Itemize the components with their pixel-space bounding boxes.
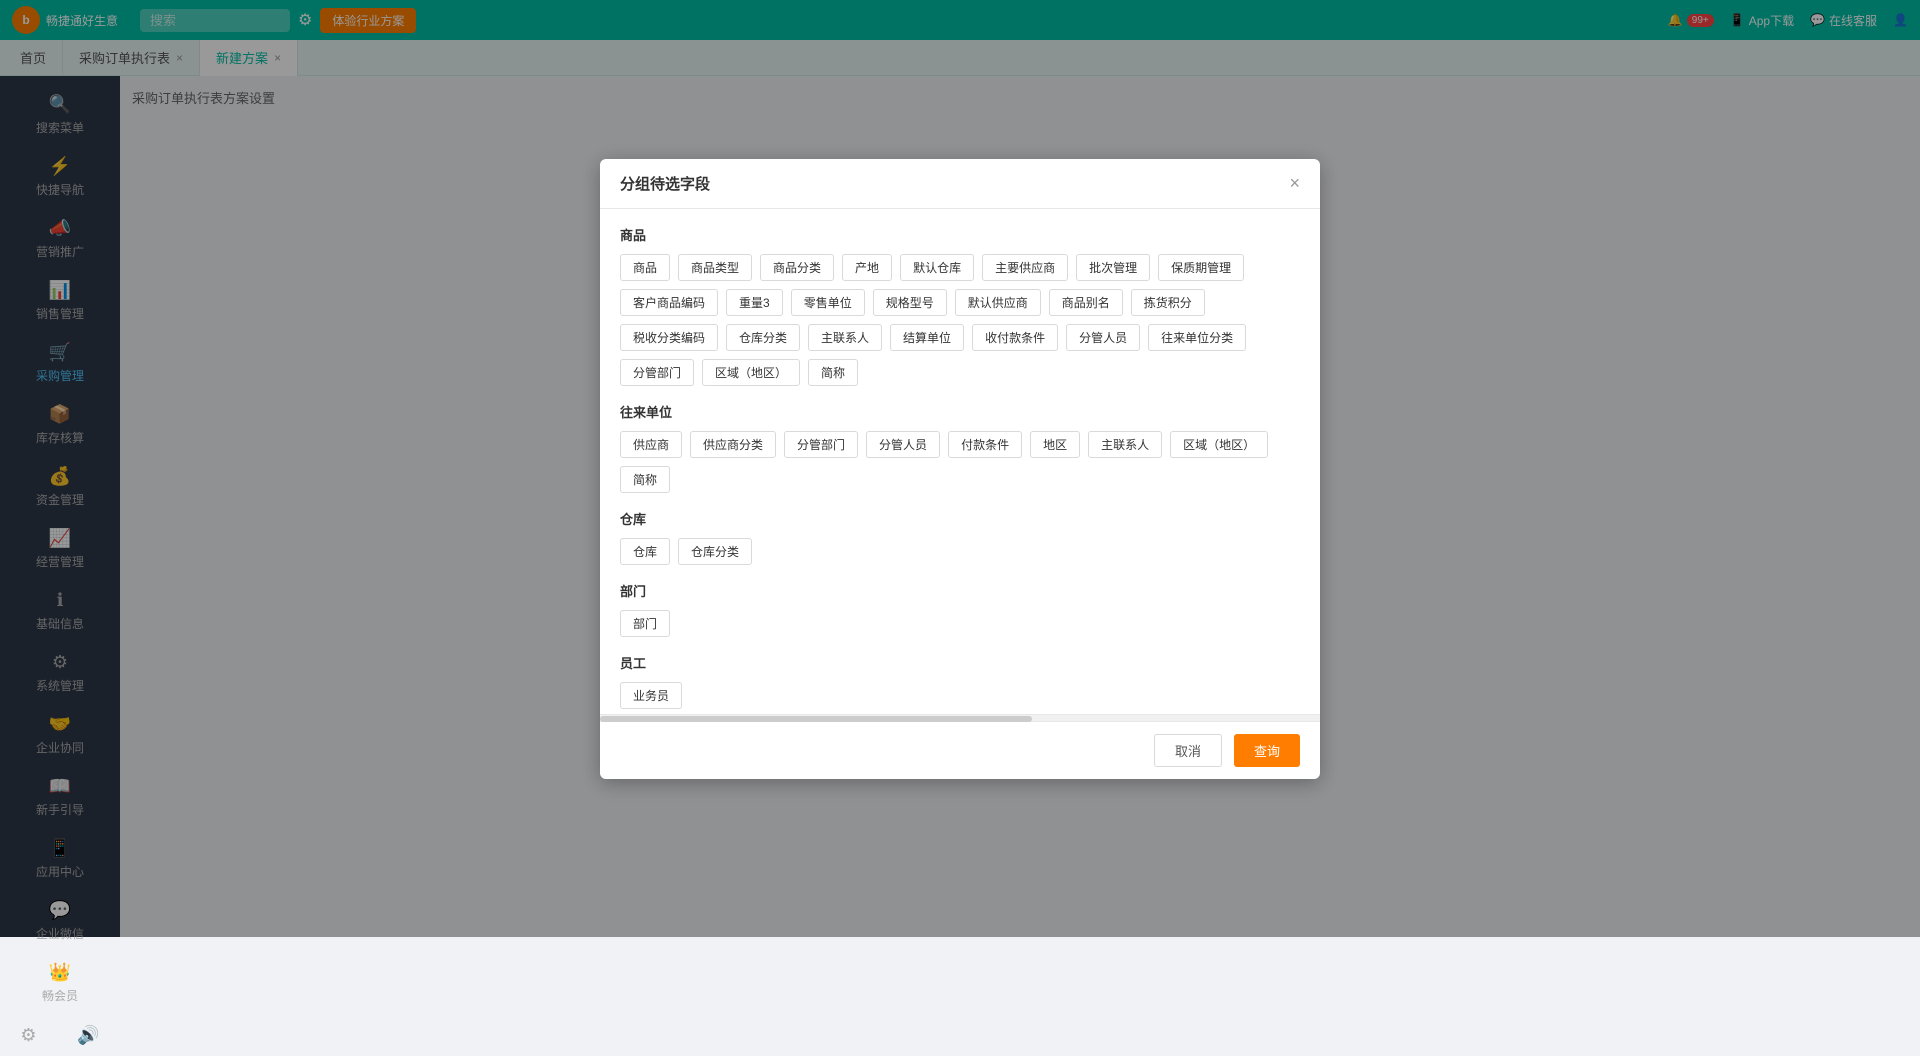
modal-body: 商品 商品 商品类型 商品分类 产地 默认仓库 主要供应商 批次管理 保质期管理…: [600, 209, 1320, 714]
section-title-warehouse: 仓库: [620, 509, 1300, 528]
section-title-dept: 部门: [620, 581, 1300, 600]
field-warehouse-category[interactable]: 仓库分类: [726, 324, 800, 351]
modal-horizontal-scrollbar[interactable]: [600, 714, 1320, 721]
sidebar-item-member[interactable]: 👑 畅会员: [0, 952, 120, 1014]
field-expiry-mgmt[interactable]: 保质期管理: [1158, 254, 1244, 281]
fields-grid-dept: 部门: [620, 610, 1300, 637]
field-goods-alias[interactable]: 商品别名: [1049, 289, 1123, 316]
field-supervisor[interactable]: 分管人员: [1066, 324, 1140, 351]
field-batch-mgmt[interactable]: 批次管理: [1076, 254, 1150, 281]
confirm-button[interactable]: 查询: [1234, 734, 1300, 767]
fields-grid-warehouse: 仓库 仓库分类: [620, 538, 1300, 565]
sidebar-bottom: ⚙ 🔊: [0, 1014, 120, 1056]
field-supplier-category[interactable]: 供应商分类: [690, 431, 776, 458]
field-partner-dept[interactable]: 分管部门: [784, 431, 858, 458]
field-partner-abbr[interactable]: 简称: [620, 466, 670, 493]
field-region[interactable]: 区域（地区）: [702, 359, 800, 386]
sidebar-audio-btn[interactable]: 🔊: [77, 1025, 99, 1046]
field-goods[interactable]: 商品: [620, 254, 670, 281]
field-payment-condition[interactable]: 付款条件: [948, 431, 1022, 458]
field-main-contact[interactable]: 主联系人: [808, 324, 882, 351]
fields-grid-partner: 供应商 供应商分类 分管部门 分管人员 付款条件 地区 主联系人 区域（地区） …: [620, 431, 1300, 493]
field-settlement-unit[interactable]: 结算单位: [890, 324, 964, 351]
modal-header: 分组待选字段 ×: [600, 159, 1320, 209]
field-salesperson[interactable]: 业务员: [620, 682, 682, 709]
modal-overlay[interactable]: 分组待选字段 × 商品 商品 商品类型 商品分类 产地 默认仓库 主要供应商 批…: [0, 0, 1920, 937]
field-payment-terms[interactable]: 收付款条件: [972, 324, 1058, 351]
field-partner-category[interactable]: 往来单位分类: [1148, 324, 1246, 351]
field-partner-supervisor[interactable]: 分管人员: [866, 431, 940, 458]
section-title-partner: 往来单位: [620, 402, 1300, 421]
field-selector-modal: 分组待选字段 × 商品 商品 商品类型 商品分类 产地 默认仓库 主要供应商 批…: [600, 159, 1320, 779]
section-title-goods: 商品: [620, 225, 1300, 244]
field-goods-type[interactable]: 商品类型: [678, 254, 752, 281]
field-abbreviation[interactable]: 简称: [808, 359, 858, 386]
field-origin[interactable]: 产地: [842, 254, 892, 281]
field-area[interactable]: 地区: [1030, 431, 1080, 458]
field-warehouse[interactable]: 仓库: [620, 538, 670, 565]
field-default-warehouse[interactable]: 默认仓库: [900, 254, 974, 281]
field-warehouse-cat[interactable]: 仓库分类: [678, 538, 752, 565]
field-picking-points[interactable]: 拣货积分: [1131, 289, 1205, 316]
modal-title: 分组待选字段: [620, 173, 710, 194]
field-tax-code[interactable]: 税收分类编码: [620, 324, 718, 351]
field-partner-region[interactable]: 区域（地区）: [1170, 431, 1268, 458]
field-partner-contact[interactable]: 主联系人: [1088, 431, 1162, 458]
modal-close-btn[interactable]: ×: [1289, 173, 1300, 194]
fields-grid-goods: 商品 商品类型 商品分类 产地 默认仓库 主要供应商 批次管理 保质期管理 客户…: [620, 254, 1300, 386]
field-goods-category[interactable]: 商品分类: [760, 254, 834, 281]
fields-grid-employee: 业务员: [620, 682, 1300, 709]
field-weight[interactable]: 重量3: [726, 289, 783, 316]
section-title-employee: 员工: [620, 653, 1300, 672]
field-default-supplier[interactable]: 默认供应商: [955, 289, 1041, 316]
scroll-thumb: [600, 716, 1032, 722]
cancel-button[interactable]: 取消: [1154, 734, 1222, 767]
member-icon: 👑: [49, 962, 71, 983]
field-dept[interactable]: 部门: [620, 610, 670, 637]
sidebar-settings-btn[interactable]: ⚙: [20, 1025, 36, 1046]
field-supplier[interactable]: 供应商: [620, 431, 682, 458]
field-retail-unit[interactable]: 零售单位: [791, 289, 865, 316]
field-customer-code[interactable]: 客户商品编码: [620, 289, 718, 316]
field-dept-supervisor[interactable]: 分管部门: [620, 359, 694, 386]
modal-footer: 取消 查询: [600, 721, 1320, 779]
field-spec-model[interactable]: 规格型号: [873, 289, 947, 316]
field-main-supplier[interactable]: 主要供应商: [982, 254, 1068, 281]
